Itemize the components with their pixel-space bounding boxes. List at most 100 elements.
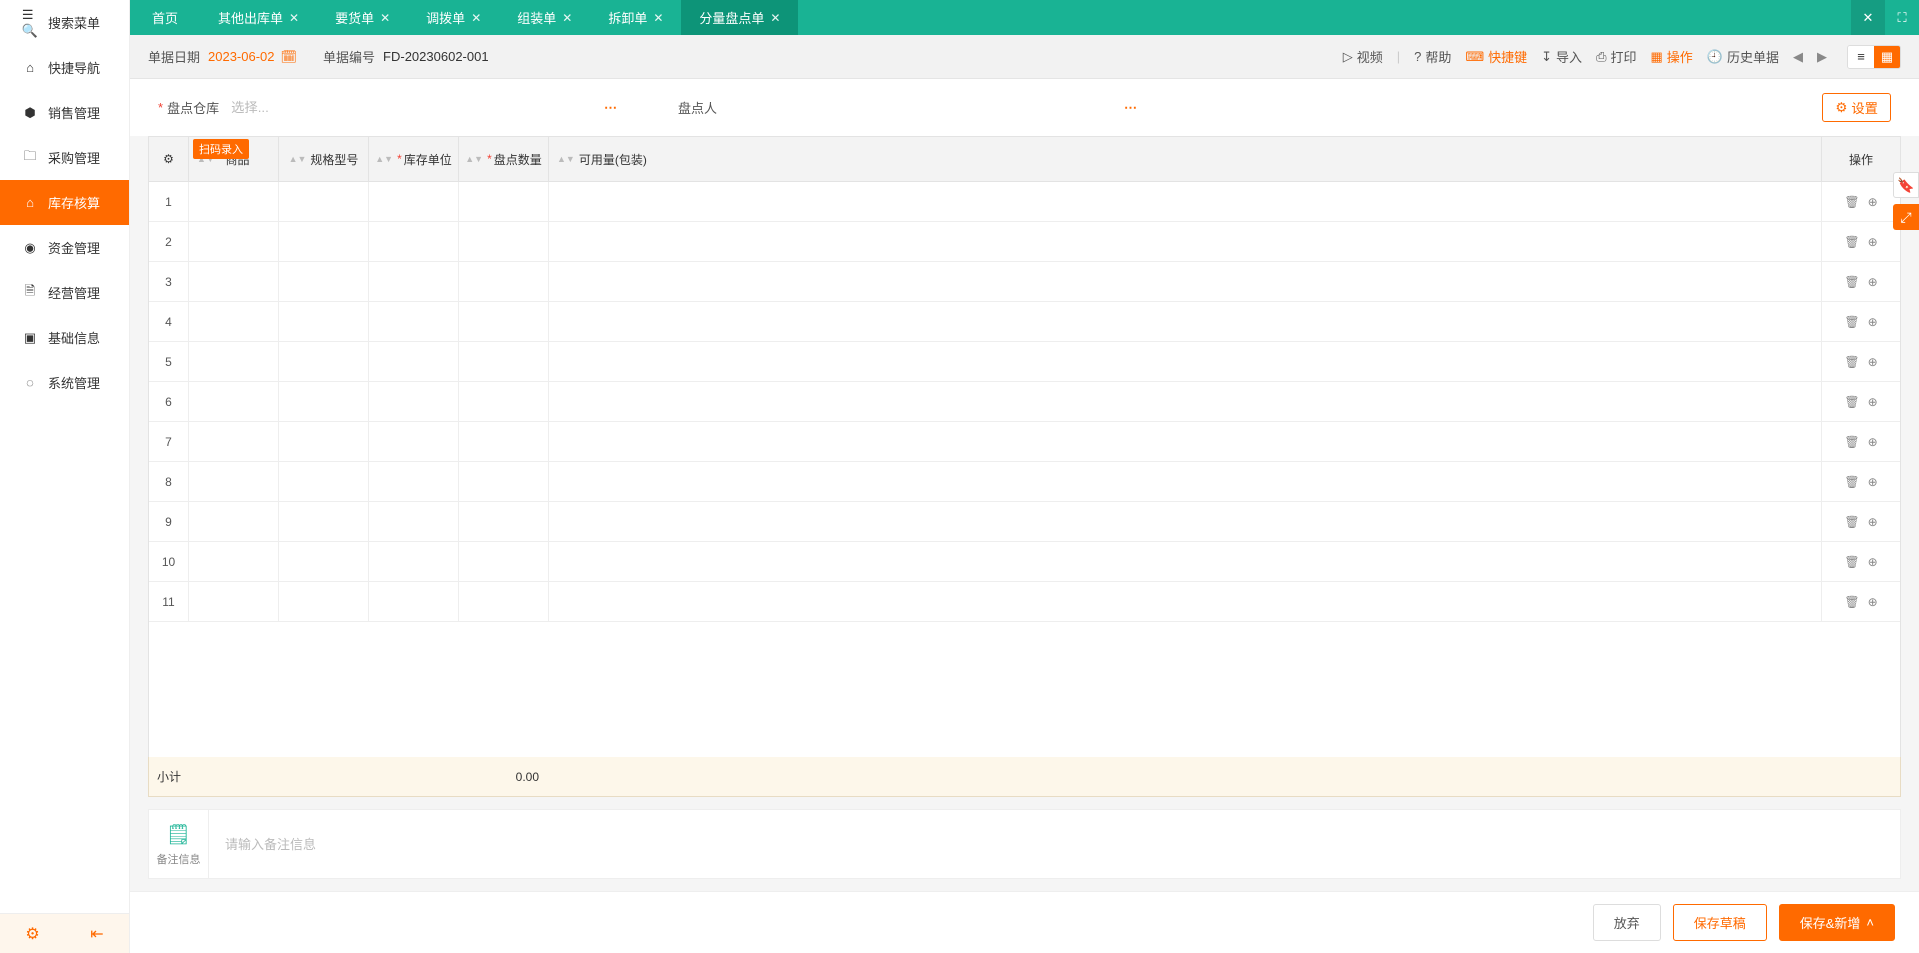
cell-unit[interactable] — [369, 582, 459, 621]
add-row-icon[interactable]: ⊕ — [1868, 515, 1878, 529]
tab[interactable]: 拆卸单✕ — [590, 0, 681, 35]
sort-icon[interactable]: ▲▼ — [289, 157, 307, 162]
sidebar-item[interactable]: ◉资金管理 — [0, 225, 129, 270]
scan-badge[interactable]: 扫码录入 — [193, 139, 249, 159]
cell-qty[interactable] — [459, 542, 549, 581]
column-config-icon[interactable]: ⚙ — [149, 137, 189, 181]
cell-product[interactable] — [189, 262, 279, 301]
cell-product[interactable] — [189, 502, 279, 541]
date-value[interactable]: 2023-06-02 — [208, 49, 275, 64]
delete-row-icon[interactable]: 🗑 — [1844, 595, 1859, 609]
view-list-icon[interactable]: ≡ — [1848, 46, 1874, 68]
cell-product[interactable] — [189, 422, 279, 461]
discard-button[interactable]: 放弃 — [1593, 904, 1661, 941]
history-button[interactable]: 🕘历史单据 — [1707, 47, 1779, 66]
prev-icon[interactable]: ◀ — [1793, 49, 1803, 65]
table-row[interactable]: 9 🗑 ⊕ — [149, 502, 1900, 542]
add-row-icon[interactable]: ⊕ — [1868, 355, 1878, 369]
delete-row-icon[interactable]: 🗑 — [1844, 475, 1859, 489]
delete-row-icon[interactable]: 🗑 — [1844, 395, 1859, 409]
col-avail[interactable]: ▲▼可用量(包装) — [549, 137, 1822, 181]
tab-close-icon[interactable]: ✕ — [562, 11, 572, 25]
table-row[interactable]: 1 🗑 ⊕ — [149, 182, 1900, 222]
add-row-icon[interactable]: ⊕ — [1868, 315, 1878, 329]
add-row-icon[interactable]: ⊕ — [1868, 195, 1878, 209]
floater-tag-icon[interactable]: 🔖 — [1893, 172, 1919, 198]
video-button[interactable]: ▷视频 — [1343, 47, 1383, 66]
warehouse-picker-icon[interactable]: ⋯ — [604, 100, 618, 116]
add-row-icon[interactable]: ⊕ — [1868, 555, 1878, 569]
cell-product[interactable] — [189, 382, 279, 421]
cell-qty[interactable] — [459, 422, 549, 461]
sort-icon[interactable]: ▲▼ — [557, 157, 575, 162]
tab[interactable]: 调拨单✕ — [408, 0, 499, 35]
cell-qty[interactable] — [459, 382, 549, 421]
cell-avail[interactable] — [549, 222, 1822, 261]
delete-row-icon[interactable]: 🗑 — [1844, 515, 1859, 529]
col-qty[interactable]: ▲▼*盘点数量 — [459, 137, 549, 181]
add-row-icon[interactable]: ⊕ — [1868, 595, 1878, 609]
cell-spec[interactable] — [279, 302, 369, 341]
cell-product[interactable] — [189, 542, 279, 581]
tab-close-icon[interactable]: ✕ — [289, 11, 299, 25]
tab-close-icon[interactable]: ✕ — [471, 11, 481, 25]
cell-product[interactable] — [189, 342, 279, 381]
save-draft-button[interactable]: 保存草稿 — [1673, 904, 1767, 941]
cell-qty[interactable] — [459, 262, 549, 301]
tab[interactable]: 分量盘点单✕ — [681, 0, 798, 35]
operator-input[interactable] — [729, 96, 1118, 120]
tab[interactable]: 要货单✕ — [317, 0, 408, 35]
cell-unit[interactable] — [369, 502, 459, 541]
cell-spec[interactable] — [279, 462, 369, 501]
delete-row-icon[interactable]: 🗑 — [1844, 235, 1859, 249]
sidebar-item[interactable]: 🗀采购管理 — [0, 135, 129, 180]
cell-avail[interactable] — [549, 182, 1822, 221]
delete-row-icon[interactable]: 🗑 — [1844, 355, 1859, 369]
col-spec[interactable]: ▲▼规格型号 — [279, 137, 369, 181]
cell-unit[interactable] — [369, 462, 459, 501]
hotkey-button[interactable]: ⌨快捷键 — [1465, 47, 1527, 66]
cell-qty[interactable] — [459, 182, 549, 221]
add-row-icon[interactable]: ⊕ — [1868, 475, 1878, 489]
add-row-icon[interactable]: ⊕ — [1868, 275, 1878, 289]
cell-qty[interactable] — [459, 302, 549, 341]
cell-product[interactable] — [189, 582, 279, 621]
cell-avail[interactable] — [549, 382, 1822, 421]
add-row-icon[interactable]: ⊕ — [1868, 235, 1878, 249]
settings-icon[interactable]: ⚙ — [25, 924, 39, 944]
cell-spec[interactable] — [279, 342, 369, 381]
cell-spec[interactable] — [279, 502, 369, 541]
print-button[interactable]: ⎙打印 — [1596, 47, 1636, 66]
cell-qty[interactable] — [459, 342, 549, 381]
add-row-icon[interactable]: ⊕ — [1868, 435, 1878, 449]
cell-qty[interactable] — [459, 582, 549, 621]
sidebar-item[interactable]: 🗎经营管理 — [0, 270, 129, 315]
delete-row-icon[interactable]: 🗑 — [1844, 435, 1859, 449]
table-row[interactable]: 6 🗑 ⊕ — [149, 382, 1900, 422]
table-row[interactable]: 10 🗑 ⊕ — [149, 542, 1900, 582]
cell-avail[interactable] — [549, 342, 1822, 381]
delete-row-icon[interactable]: 🗑 — [1844, 275, 1859, 289]
sidebar-item[interactable]: ◌系统管理 — [0, 360, 129, 405]
tab-close-icon[interactable]: ✕ — [380, 11, 390, 25]
floater-expand-icon[interactable]: ⤢ — [1893, 204, 1919, 230]
cell-product[interactable] — [189, 462, 279, 501]
cell-product[interactable] — [189, 302, 279, 341]
delete-row-icon[interactable]: 🗑 — [1844, 555, 1859, 569]
table-row[interactable]: 11 🗑 ⊕ — [149, 582, 1900, 622]
cell-avail[interactable] — [549, 262, 1822, 301]
cell-unit[interactable] — [369, 342, 459, 381]
cell-unit[interactable] — [369, 182, 459, 221]
sort-icon[interactable]: ▲▼ — [375, 157, 393, 162]
cell-qty[interactable] — [459, 462, 549, 501]
cell-avail[interactable] — [549, 422, 1822, 461]
cell-qty[interactable] — [459, 502, 549, 541]
cell-avail[interactable] — [549, 302, 1822, 341]
sidebar-item[interactable]: ⌂快捷导航 — [0, 45, 129, 90]
collapse-icon[interactable]: ⇤ — [90, 924, 103, 944]
tab[interactable]: 其他出库单✕ — [200, 0, 317, 35]
cell-avail[interactable] — [549, 502, 1822, 541]
settings-button[interactable]: ⚙设置 — [1822, 93, 1891, 122]
calendar-icon[interactable]: 🗓 — [281, 49, 298, 65]
cell-product[interactable] — [189, 222, 279, 261]
